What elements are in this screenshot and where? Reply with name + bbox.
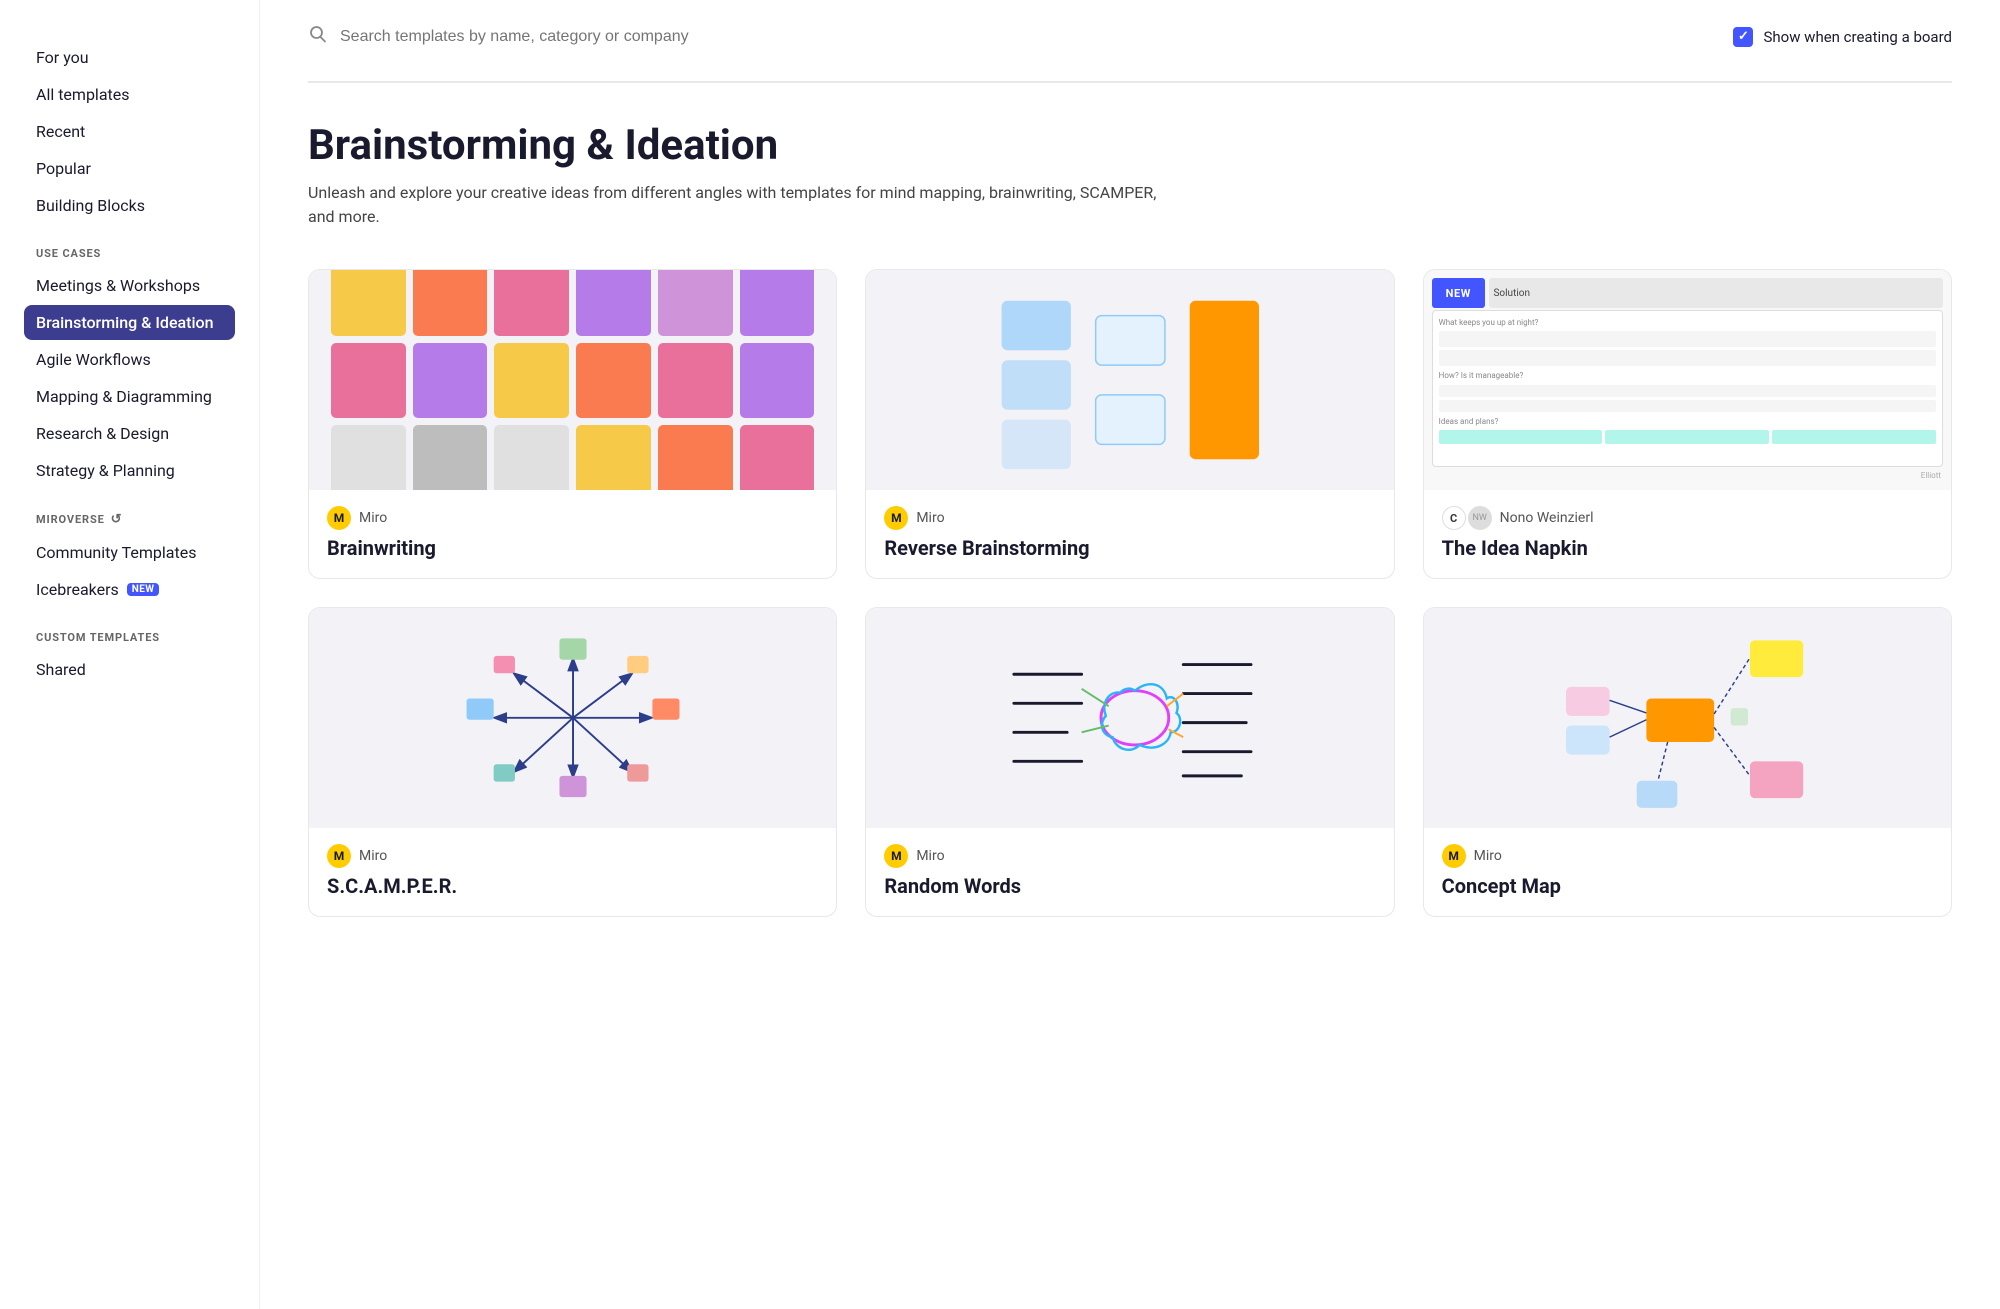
template-name: Reverse Brainstorming [884, 536, 1375, 560]
template-card-concept-map[interactable]: M Miro Concept Map [1423, 607, 1952, 917]
author-icon: M [327, 844, 351, 868]
sidebar-item-research[interactable]: Research & Design [24, 416, 235, 451]
template-info: M Miro Brainwriting [309, 490, 836, 578]
sidebar-item-label: Icebreakers [36, 580, 119, 599]
author-name: Miro [916, 510, 944, 526]
author-name: Miro [359, 510, 387, 526]
template-preview [309, 608, 836, 828]
checkmark-icon: ✓ [1738, 29, 1749, 44]
sidebar-item-for-you[interactable]: For you [24, 40, 235, 75]
search-container [308, 24, 868, 49]
template-author: C NW Nono Weinzierl [1442, 506, 1933, 530]
sidebar-item-strategy[interactable]: Strategy & Planning [24, 453, 235, 488]
template-name: Brainwriting [327, 536, 818, 560]
show-when-creating-label[interactable]: ✓ Show when creating a board [1733, 27, 1952, 47]
sidebar-item-recent[interactable]: Recent [24, 114, 235, 149]
author-icon: C [1442, 506, 1466, 530]
template-info: M Miro S.C.A.M.P.E.R. [309, 828, 836, 916]
template-preview: NEW Problem Solution What keeps you up a… [1424, 270, 1951, 490]
template-preview [866, 608, 1393, 828]
template-name: S.C.A.M.P.E.R. [327, 874, 818, 898]
template-author: M Miro [327, 844, 818, 868]
page-description: Unleash and explore your creative ideas … [308, 181, 1158, 229]
checkbox-text: Show when creating a board [1763, 28, 1952, 46]
sidebar-item-mapping[interactable]: Mapping & Diagramming [24, 379, 235, 414]
miroverse-icon: ↺ [111, 512, 123, 527]
sidebar-item-meetings-workshops[interactable]: Meetings & Workshops [24, 268, 235, 303]
sidebar-item-icebreakers[interactable]: Icebreakers NEW [24, 572, 235, 607]
template-preview [309, 270, 836, 490]
sidebar-item-all-templates[interactable]: All templates [24, 77, 235, 112]
template-card-scamper[interactable]: M Miro S.C.A.M.P.E.R. [308, 607, 837, 917]
template-name: Random Words [884, 874, 1375, 898]
sidebar-item-brainstorming[interactable]: Brainstorming & Ideation [24, 305, 235, 340]
sidebar-item-shared[interactable]: Shared [24, 652, 235, 687]
sidebar: For youAll templatesRecentPopularBuildin… [0, 0, 260, 1309]
author-icon: M [1442, 844, 1466, 868]
template-author: M Miro [884, 844, 1375, 868]
template-info: M Miro Random Words [866, 828, 1393, 916]
show-when-creating-checkbox[interactable]: ✓ [1733, 27, 1753, 47]
sidebar-item-agile[interactable]: Agile Workflows [24, 342, 235, 377]
author-icon: M [884, 506, 908, 530]
template-info: C NW Nono Weinzierl The Idea Napkin [1424, 490, 1951, 578]
author-icon: M [327, 506, 351, 530]
search-icon [308, 24, 328, 49]
sidebar-item-popular[interactable]: Popular [24, 151, 235, 186]
new-badge: NEW [127, 583, 160, 596]
miroverse-section-label: MIROVERSE ↺ [36, 512, 223, 527]
author-name: Miro [916, 848, 944, 864]
template-name: The Idea Napkin [1442, 536, 1933, 560]
author-avatar: NW [1468, 506, 1492, 530]
template-card-idea-napkin[interactable]: NEW Problem Solution What keeps you up a… [1423, 269, 1952, 579]
template-author: M Miro [327, 506, 818, 530]
page-title: Brainstorming & Ideation [308, 123, 1952, 169]
template-name: Concept Map [1442, 874, 1933, 898]
template-preview [866, 270, 1393, 490]
search-input[interactable] [340, 28, 868, 46]
template-info: M Miro Reverse Brainstorming [866, 490, 1393, 578]
template-card-reverse-brainstorming[interactable]: M Miro Reverse Brainstorming [865, 269, 1394, 579]
template-author: M Miro [1442, 844, 1933, 868]
template-card-random-words[interactable]: M Miro Random Words [865, 607, 1394, 917]
template-card-brainwriting[interactable]: M Miro Brainwriting [308, 269, 837, 579]
template-preview [1424, 608, 1951, 828]
use-cases-section-label: USE CASES [36, 247, 223, 260]
author-name: Miro [1474, 848, 1502, 864]
template-grid: M Miro Brainwriting M Miro Revers [308, 269, 1952, 917]
custom-section-label: CUSTOM TEMPLATES [36, 631, 223, 644]
template-author: M Miro [884, 506, 1375, 530]
sidebar-item-building-blocks[interactable]: Building Blocks [24, 188, 235, 223]
header-bar: ✓ Show when creating a board [308, 0, 1952, 83]
author-icon: M [884, 844, 908, 868]
template-info: M Miro Concept Map [1424, 828, 1951, 916]
author-name: Nono Weinzierl [1500, 510, 1594, 526]
author-name: Miro [359, 848, 387, 864]
main-content: ✓ Show when creating a board Brainstormi… [260, 0, 2000, 1309]
sidebar-item-community[interactable]: Community Templates [24, 535, 235, 570]
new-badge: NEW [1438, 284, 1479, 303]
